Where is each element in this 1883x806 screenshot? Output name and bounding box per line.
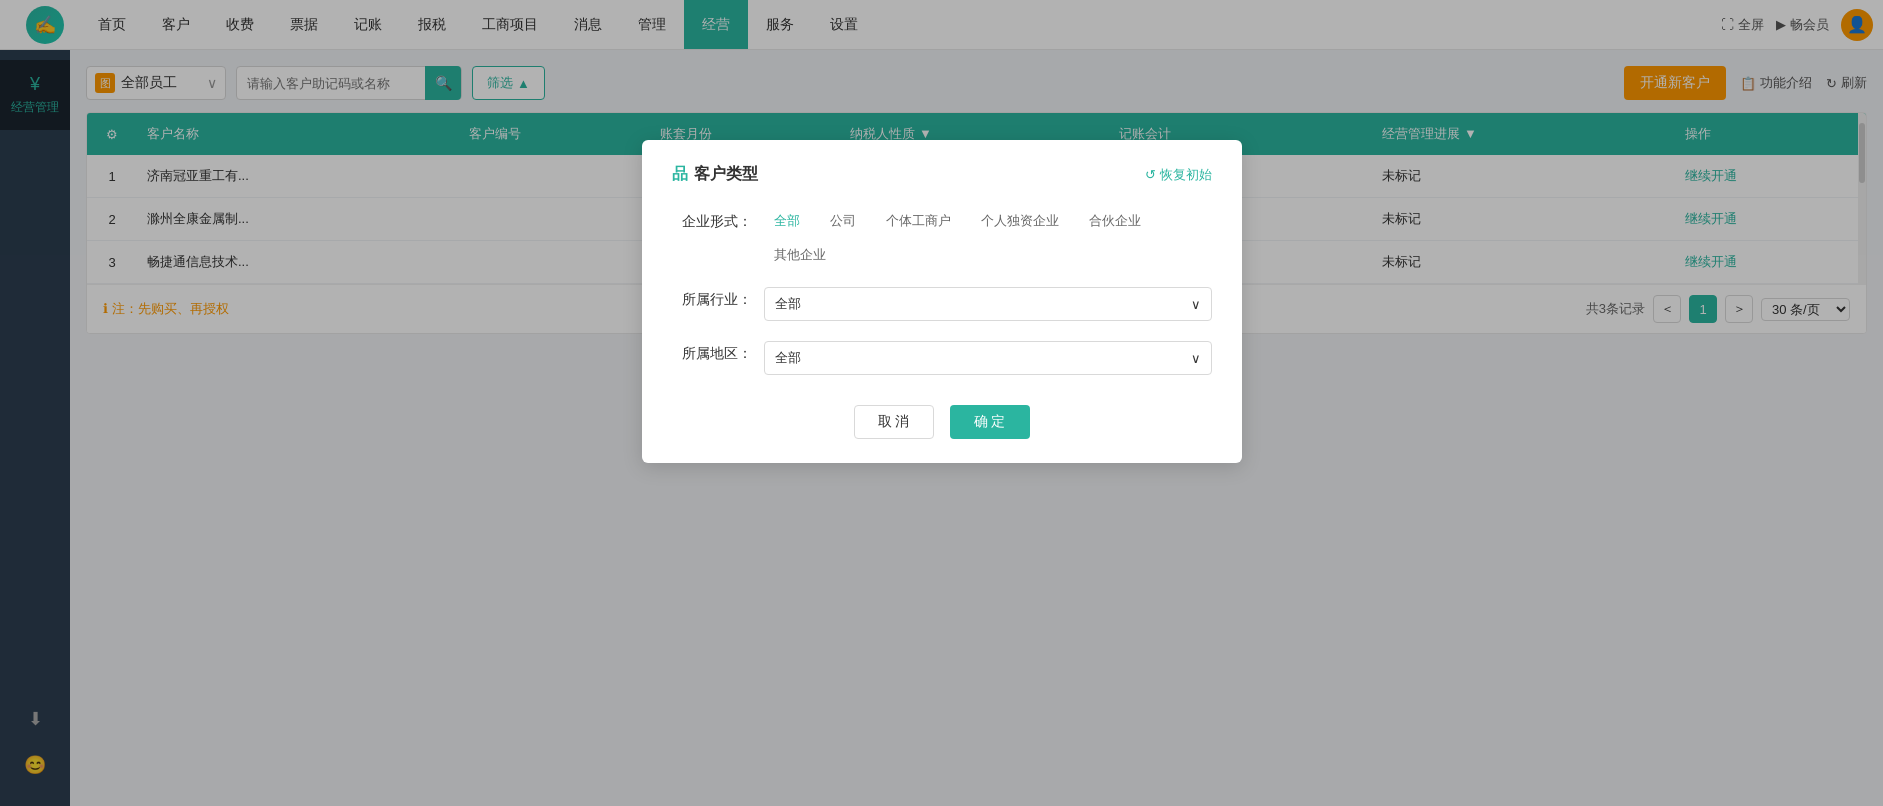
confirm-button[interactable]: 确 定 <box>950 405 1030 439</box>
industry-label: 所属行业： <box>672 287 752 309</box>
region-row: 所属地区： 全部 ∨ <box>672 341 1212 375</box>
enterprise-options: 全部公司个体工商户个人独资企业合伙企业其他企业 <box>764 209 1212 267</box>
enterprise-option-其他企业[interactable]: 其他企业 <box>764 243 836 267</box>
modal-footer: 取 消 确 定 <box>672 405 1212 439</box>
enterprise-form-row: 企业形式： 全部公司个体工商户个人独资企业合伙企业其他企业 <box>672 209 1212 267</box>
filter-modal: 品 客户类型 ↺ 恢复初始 企业形式： 全部公司个体工商户个人独资企业合伙企业其… <box>642 140 1242 463</box>
modal-title-icon: 品 <box>672 164 688 185</box>
enterprise-option-合伙企业[interactable]: 合伙企业 <box>1079 209 1151 233</box>
enterprise-option-全部[interactable]: 全部 <box>764 209 810 233</box>
enterprise-option-个人独资企业[interactable]: 个人独资企业 <box>971 209 1069 233</box>
cancel-button[interactable]: 取 消 <box>854 405 934 439</box>
chevron-down-icon2: ∨ <box>1191 351 1201 366</box>
reset-button[interactable]: ↺ 恢复初始 <box>1145 166 1212 184</box>
chevron-down-icon: ∨ <box>1191 297 1201 312</box>
enterprise-form-label: 企业形式： <box>672 209 752 231</box>
industry-select[interactable]: 全部 ∨ <box>764 287 1212 321</box>
reset-icon: ↺ <box>1145 167 1156 182</box>
region-label: 所属地区： <box>672 341 752 363</box>
enterprise-option-公司[interactable]: 公司 <box>820 209 866 233</box>
industry-select-wrap: 全部 ∨ <box>764 287 1212 321</box>
region-select-wrap: 全部 ∨ <box>764 341 1212 375</box>
modal-title-row: 品 客户类型 ↺ 恢复初始 <box>672 164 1212 185</box>
modal-title: 品 客户类型 <box>672 164 758 185</box>
enterprise-option-个体工商户[interactable]: 个体工商户 <box>876 209 961 233</box>
modal-overlay: 品 客户类型 ↺ 恢复初始 企业形式： 全部公司个体工商户个人独资企业合伙企业其… <box>0 0 1883 806</box>
region-select[interactable]: 全部 ∨ <box>764 341 1212 375</box>
industry-row: 所属行业： 全部 ∨ <box>672 287 1212 321</box>
